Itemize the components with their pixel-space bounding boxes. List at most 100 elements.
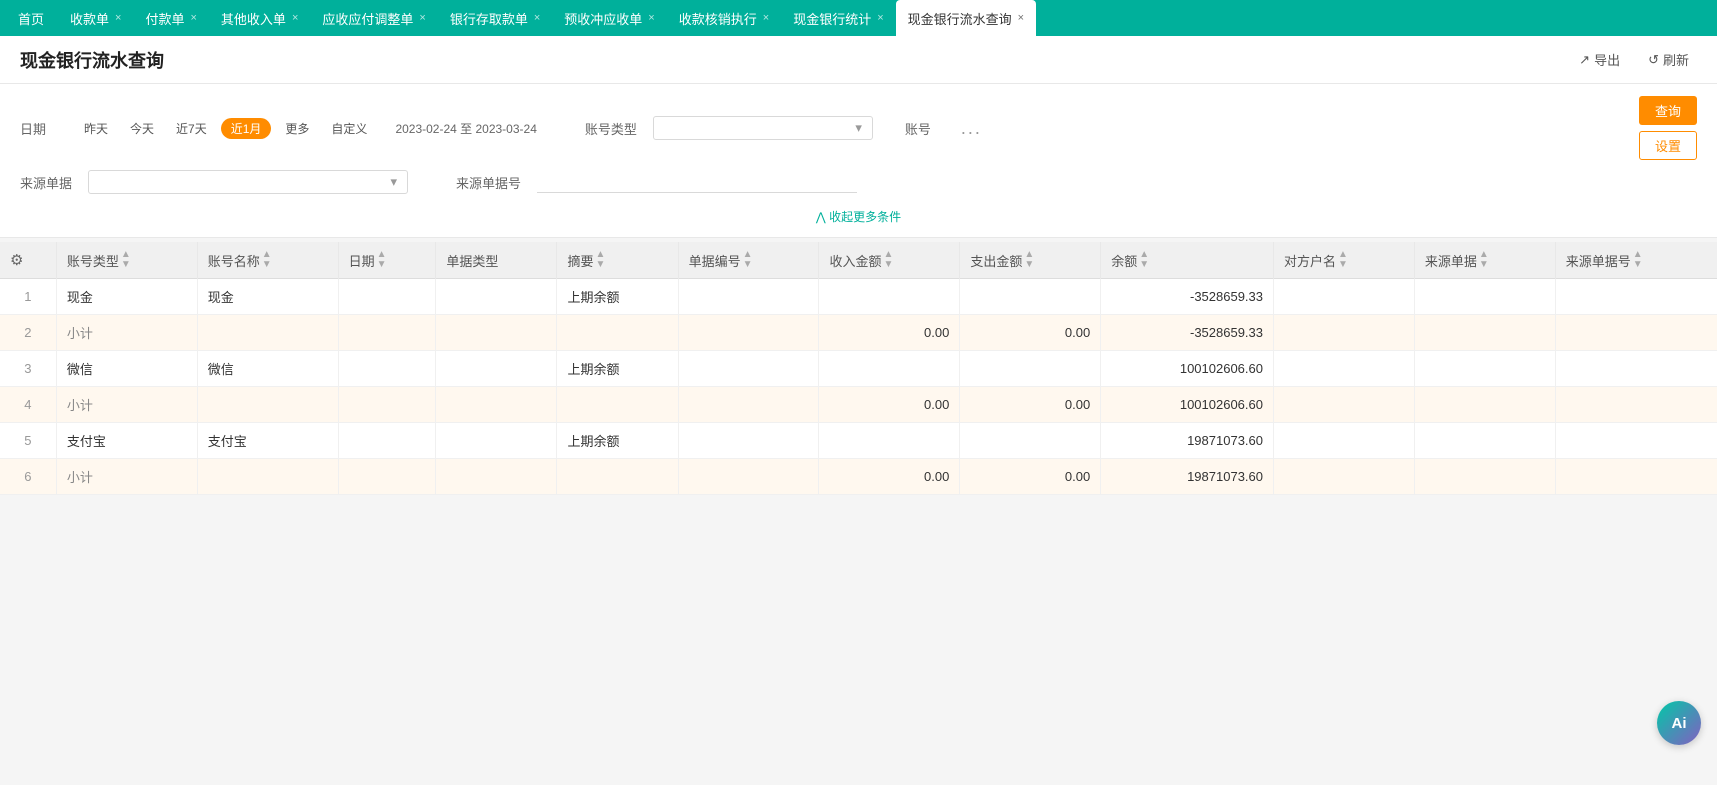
- nav-tab-收款核销执行[interactable]: 收款核销执行×: [667, 0, 781, 36]
- nav-tab-预收冲应收单[interactable]: 预收冲应收单×: [552, 0, 666, 36]
- top-nav: 首页 收款单×付款单×其他收入单×应收应付调整单×银行存取款单×预收冲应收单×收…: [0, 0, 1717, 36]
- sort-expense[interactable]: 支出金额▲▼: [970, 250, 1034, 270]
- date-label: 日期: [20, 119, 60, 138]
- close-tab-icon[interactable]: ×: [190, 12, 196, 24]
- source-doc-label: 来源单据: [20, 173, 72, 192]
- col-balance[interactable]: 余额▲▼: [1101, 242, 1274, 279]
- sort-account_type[interactable]: 账号类型▲▼: [67, 250, 131, 270]
- date-opt-近1月[interactable]: 近1月: [221, 118, 272, 139]
- close-tab-icon[interactable]: ×: [419, 12, 425, 24]
- cell-date: [338, 351, 436, 387]
- nav-tab-应收应付调整单[interactable]: 应收应付调整单×: [310, 0, 437, 36]
- cell-doc_type: [436, 387, 557, 423]
- col-account_name[interactable]: 账号名称▲▼: [197, 242, 338, 279]
- cell-source_doc_no: [1555, 315, 1717, 351]
- source-doc-no-input[interactable]: [537, 171, 857, 193]
- nav-tab-其他收入单[interactable]: 其他收入单×: [209, 0, 310, 36]
- sort-doc_no[interactable]: 单据编号▲▼: [689, 250, 753, 270]
- chevron-down-icon2: ▾: [390, 174, 397, 190]
- nav-tab-现金银行流水查询[interactable]: 现金银行流水查询×: [896, 0, 1036, 36]
- close-tab-icon[interactable]: ×: [534, 12, 540, 24]
- table-wrapper: ⚙账号类型▲▼账号名称▲▼日期▲▼单据类型摘要▲▼单据编号▲▼收入金额▲▼支出金…: [0, 242, 1717, 495]
- collapse-bar[interactable]: ⋀ 收起更多条件: [20, 204, 1697, 225]
- gear-icon[interactable]: ⚙: [10, 252, 23, 269]
- account-label: 账号: [905, 119, 945, 138]
- cell-counterparty: [1274, 279, 1415, 315]
- ai-badge[interactable]: Ai: [1657, 701, 1701, 745]
- cell-doc_no: [678, 279, 819, 315]
- close-tab-icon[interactable]: ×: [763, 12, 769, 24]
- query-button[interactable]: 查询: [1639, 96, 1697, 125]
- table-row: 4小计0.000.00100102606.60: [0, 387, 1717, 423]
- cell-doc_type: [436, 315, 557, 351]
- date-opt-昨天[interactable]: 昨天: [76, 118, 116, 139]
- col-counterparty[interactable]: 对方户名▲▼: [1274, 242, 1415, 279]
- sort-balance[interactable]: 余额▲▼: [1111, 250, 1149, 270]
- sort-source_doc[interactable]: 来源单据▲▼: [1425, 250, 1489, 270]
- filter-row-2: 来源单据 ▾ 来源单据号: [20, 170, 1697, 194]
- sort-counterparty[interactable]: 对方户名▲▼: [1284, 250, 1348, 270]
- col-account_type[interactable]: 账号类型▲▼: [56, 242, 197, 279]
- close-tab-icon[interactable]: ×: [292, 12, 298, 24]
- date-opt-今天[interactable]: 今天: [122, 118, 162, 139]
- cell-num: 2: [0, 315, 56, 351]
- source-doc-select[interactable]: ▾: [88, 170, 408, 194]
- cell-balance: -3528659.33: [1101, 315, 1274, 351]
- cell-summary: [557, 387, 678, 423]
- date-opt-自定义[interactable]: 自定义: [323, 118, 375, 139]
- sort-date[interactable]: 日期▲▼: [349, 250, 387, 270]
- cell-account_name: 支付宝: [197, 423, 338, 459]
- nav-tab-付款单[interactable]: 付款单×: [133, 0, 208, 36]
- cell-doc_no: [678, 315, 819, 351]
- cell-source_doc: [1414, 459, 1555, 495]
- col-summary[interactable]: 摘要▲▼: [557, 242, 678, 279]
- close-tab-icon[interactable]: ×: [115, 12, 121, 24]
- cell-balance: 100102606.60: [1101, 387, 1274, 423]
- nav-tab-银行存取款单[interactable]: 银行存取款单×: [438, 0, 552, 36]
- col-gear: ⚙: [0, 242, 56, 279]
- cell-account_type: 小计: [56, 315, 197, 351]
- cell-account_name: [197, 387, 338, 423]
- date-opt-近7天[interactable]: 近7天: [168, 118, 215, 139]
- close-tab-icon[interactable]: ×: [648, 12, 654, 24]
- col-doc_no[interactable]: 单据编号▲▼: [678, 242, 819, 279]
- chevron-down-icon: ▾: [855, 120, 862, 136]
- cell-expense: 0.00: [960, 459, 1101, 495]
- cell-balance: 19871073.60: [1101, 459, 1274, 495]
- cell-source_doc: [1414, 279, 1555, 315]
- col-date[interactable]: 日期▲▼: [338, 242, 436, 279]
- cell-source_doc: [1414, 387, 1555, 423]
- close-tab-icon[interactable]: ×: [877, 12, 883, 24]
- cell-num: 6: [0, 459, 56, 495]
- cell-counterparty: [1274, 459, 1415, 495]
- cell-source_doc_no: [1555, 351, 1717, 387]
- refresh-button[interactable]: ↺ 刷新: [1640, 46, 1697, 73]
- sort-summary[interactable]: 摘要▲▼: [567, 250, 605, 270]
- cell-date: [338, 279, 436, 315]
- cell-num: 4: [0, 387, 56, 423]
- col-source_doc_no[interactable]: 来源单据号▲▼: [1555, 242, 1717, 279]
- cell-expense: [960, 351, 1101, 387]
- dots-icon[interactable]: ...: [961, 118, 982, 139]
- col-expense[interactable]: 支出金额▲▼: [960, 242, 1101, 279]
- sort-source_doc_no[interactable]: 来源单据号▲▼: [1566, 250, 1643, 270]
- cell-num: 5: [0, 423, 56, 459]
- nav-home[interactable]: 首页: [4, 9, 58, 28]
- cell-expense: 0.00: [960, 315, 1101, 351]
- filter-area: 日期 昨天今天近7天近1月更多自定义 2023-02-24 至 2023-03-…: [0, 84, 1717, 238]
- nav-tab-收款单[interactable]: 收款单×: [58, 0, 133, 36]
- cell-balance: -3528659.33: [1101, 279, 1274, 315]
- col-income[interactable]: 收入金额▲▼: [819, 242, 960, 279]
- cell-counterparty: [1274, 315, 1415, 351]
- date-opt-更多[interactable]: 更多: [277, 118, 317, 139]
- nav-tab-现金银行统计[interactable]: 现金银行统计×: [781, 0, 895, 36]
- settings-button[interactable]: 设置: [1639, 131, 1697, 160]
- close-tab-icon[interactable]: ×: [1018, 12, 1024, 24]
- col-source_doc[interactable]: 来源单据▲▼: [1414, 242, 1555, 279]
- sort-income[interactable]: 收入金额▲▼: [829, 250, 893, 270]
- account-type-select[interactable]: ▾: [653, 116, 873, 140]
- cell-expense: 0.00: [960, 387, 1101, 423]
- refresh-icon: ↺: [1648, 52, 1659, 68]
- export-button[interactable]: ↗ 导出: [1571, 46, 1628, 73]
- sort-account_name[interactable]: 账号名称▲▼: [208, 250, 272, 270]
